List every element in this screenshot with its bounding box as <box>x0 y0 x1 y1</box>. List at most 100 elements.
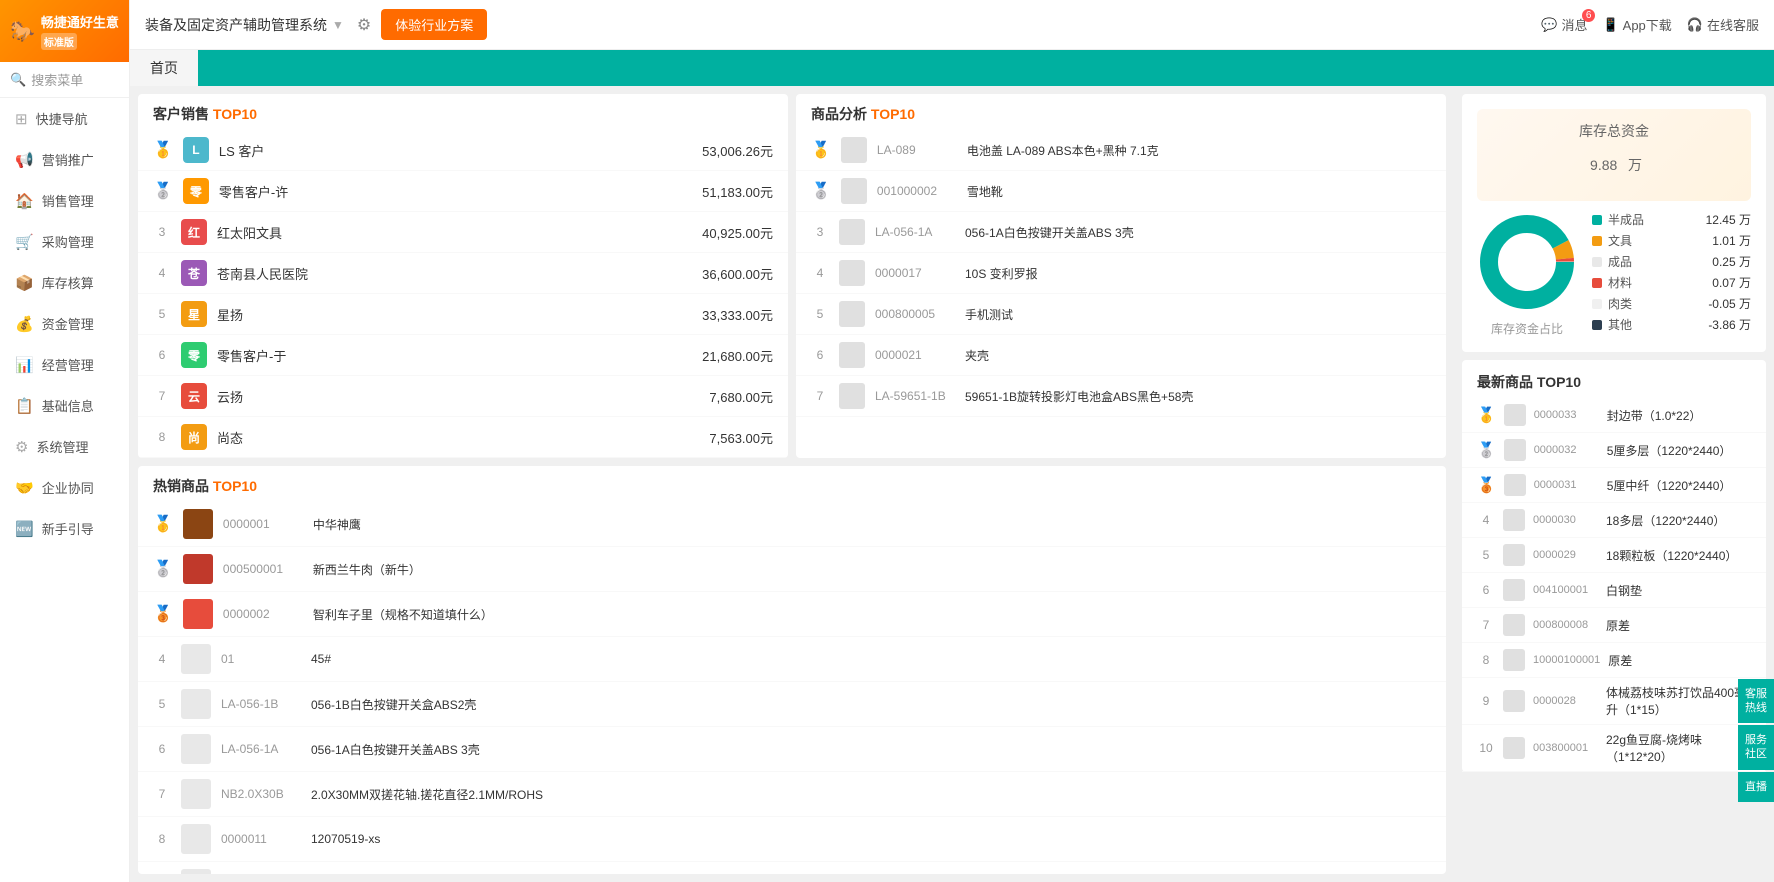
latest-product-row[interactable]: 🥈 0000032 5厘多层（1220*2440） <box>1462 433 1766 468</box>
sidebar-item-finance[interactable]: 💰资金管理 <box>0 303 129 344</box>
latest-product-row[interactable]: 🥇 0000033 封边带（1.0*22） <box>1462 398 1766 433</box>
hot-product-row[interactable]: 5 LA-056-1B 056-1B白色按键开关盒ABS2壳 <box>138 682 1446 727</box>
sidebar-item-operations[interactable]: 📊经营管理 <box>0 344 129 385</box>
latest-product-row[interactable]: 5 0000029 18颗粒板（1220*2440） <box>1462 538 1766 573</box>
latest-product-row[interactable]: 10 003800001 22g鱼豆腐-烧烤味（1*12*20） <box>1462 725 1766 772</box>
hot-product-img-placeholder <box>181 734 211 764</box>
hot-product-row[interactable]: 6 LA-056-1A 056-1A白色按键开关盖ABS 3壳 <box>138 727 1446 772</box>
notifications-button[interactable]: 💬 消息 6 <box>1541 15 1587 34</box>
latest-product-row[interactable]: 🥉 0000031 5厘中纤（1220*2440） <box>1462 468 1766 503</box>
sidebar-item-inventory[interactable]: 📦库存核算 <box>0 262 129 303</box>
latest-name: 18颗粒板（1220*2440） <box>1606 547 1751 564</box>
latest-product-row[interactable]: 8 10000100001 原差 <box>1462 643 1766 678</box>
latest-code: 003800001 <box>1533 742 1598 754</box>
inventory-ratio-label: 库存资金占比 <box>1477 320 1577 337</box>
customer-row[interactable]: 7 云 云扬 7,680.00元 <box>138 376 788 417</box>
customer-avatar: 苍 <box>181 260 207 286</box>
hot-product-row[interactable]: 7 NB2.0X30B 2.0X30MM双搓花轴.搓花直径2.1MM/ROHS <box>138 772 1446 817</box>
hot-product-row[interactable]: 8 0000011 12070519-xs <box>138 817 1446 862</box>
rank-num: 6 <box>153 348 171 362</box>
product-row[interactable]: 7 LA-59651-1B 59651-1B旋转投影灯电池盒ABS黑色+58壳 <box>796 376 1446 417</box>
rank-num: 9 <box>1477 694 1495 708</box>
hot-product-row[interactable]: 🥉 0000002 智利车子里（规格不知道填什么） <box>138 592 1446 637</box>
latest-product-row[interactable]: 4 0000030 18多层（1220*2440） <box>1462 503 1766 538</box>
customer-avatar: L <box>183 137 209 163</box>
product-row[interactable]: 🥇 LA-089 电池盖 LA-089 ABS本色+黑种 7.1克 <box>796 130 1446 171</box>
hot-products-header: 热销商品 TOP10 <box>138 466 1446 502</box>
nav-label-enterprise: 企业协同 <box>42 478 94 497</box>
latest-product-img <box>1503 544 1525 566</box>
hot-product-row[interactable]: 4 01 45# <box>138 637 1446 682</box>
hot-product-img <box>183 554 213 584</box>
customer-row[interactable]: 4 苍 苍南县人民医院 36,600.00元 <box>138 253 788 294</box>
customer-name: 云扬 <box>217 387 699 406</box>
customer-name: 星扬 <box>217 305 692 324</box>
latest-product-row[interactable]: 9 0000028 体械荔枝味苏打饮品400毫升（1*15） <box>1462 678 1766 725</box>
sidebar-item-marketing[interactable]: 📢营销推广 <box>0 139 129 180</box>
customer-row[interactable]: 5 星 星扬 33,333.00元 <box>138 294 788 335</box>
customer-row[interactable]: 🥇 L LS 客户 53,006.26元 <box>138 130 788 171</box>
product-row[interactable]: 5 000800005 手机测试 <box>796 294 1446 335</box>
app-download-button[interactable]: 📱 App下载 <box>1602 15 1671 34</box>
product-row[interactable]: 6 0000021 夹壳 <box>796 335 1446 376</box>
trial-button[interactable]: 体验行业方案 <box>381 9 487 40</box>
customer-row[interactable]: 8 尚 尚态 7,563.00元 <box>138 417 788 458</box>
product-analysis-header: 商品分析 TOP10 <box>796 94 1446 130</box>
legend-dot <box>1592 215 1602 225</box>
inventory-chart-section: 库存资金占比 半成品 12.45 万 文具 1.01 万 成品 0.25 万 材… <box>1477 211 1751 337</box>
hot-product-row[interactable]: 9 KK-SD22110H 花语萌值温分题罐袋（厚款） <box>138 862 1446 874</box>
hot-product-code: 01 <box>221 652 301 666</box>
float-service-button[interactable]: 直播 <box>1738 772 1774 802</box>
search-menu[interactable]: 🔍 搜索菜单 <box>0 62 129 98</box>
settings-icon[interactable]: ⚙ <box>357 15 371 35</box>
hot-product-name: 12070519-xs <box>311 832 1431 846</box>
rank-badge: 🥈 <box>1477 441 1496 459</box>
donut-chart <box>1477 212 1577 312</box>
latest-name: 体械荔枝味苏打饮品400毫升（1*15） <box>1606 684 1751 718</box>
customer-row[interactable]: 6 零 零售客户-于 21,680.00元 <box>138 335 788 376</box>
customer-row[interactable]: 🥈 零 零售客户-许 51,183.00元 <box>138 171 788 212</box>
hot-product-row[interactable]: 🥇 0000001 中华神鹰 <box>138 502 1446 547</box>
hot-product-code: 000500001 <box>223 562 303 576</box>
hot-product-img-placeholder <box>181 824 211 854</box>
topbar-right: 💬 消息 6 📱 App下载 🎧 在线客服 <box>1541 15 1759 34</box>
latest-name: 原差 <box>1606 617 1751 634</box>
sidebar-item-sales[interactable]: 🏠销售管理 <box>0 180 129 221</box>
tab-home[interactable]: 首页 <box>130 50 198 86</box>
sidebar-item-guide[interactable]: 🆕新手引导 <box>0 508 129 549</box>
inventory-summary-card: 库存总资金 9.88 万 <box>1462 94 1766 352</box>
latest-product-row[interactable]: 7 000800008 原差 <box>1462 608 1766 643</box>
latest-code: 0000032 <box>1534 444 1599 456</box>
latest-product-row[interactable]: 6 004100001 白钢垫 <box>1462 573 1766 608</box>
legend-name: 其他 <box>1608 316 1702 333</box>
rank-num: 4 <box>1477 513 1495 527</box>
main-content: 装备及固定资产辅助管理系统 ▼ ⚙ 体验行业方案 💬 消息 6 📱 App下载 … <box>130 0 1774 882</box>
legend-dot <box>1592 320 1602 330</box>
sidebar-item-basic[interactable]: 📋基础信息 <box>0 385 129 426</box>
product-row[interactable]: 4 0000017 10S 变利罗报 <box>796 253 1446 294</box>
float-service-button[interactable]: 客服 热线 <box>1738 679 1774 724</box>
online-service-button[interactable]: 🎧 在线客服 <box>1687 15 1759 34</box>
float-service-button[interactable]: 服务 社区 <box>1738 725 1774 770</box>
sidebar-item-quick-nav[interactable]: ⊞快捷导航 <box>0 98 129 139</box>
sidebar-item-enterprise[interactable]: 🤝企业协同 <box>0 467 129 508</box>
product-name: 雪地靴 <box>967 183 1431 200</box>
hot-product-row[interactable]: 🥈 000500001 新西兰牛肉（新牛） <box>138 547 1446 592</box>
product-name: 电池盖 LA-089 ABS本色+黑种 7.1克 <box>967 142 1431 159</box>
sidebar-item-system[interactable]: ⚙系统管理 <box>0 426 129 467</box>
nav-icon-marketing: 📢 <box>15 151 34 169</box>
legend-dot <box>1592 299 1602 309</box>
product-name: 手机测试 <box>965 306 1431 323</box>
product-analysis-panel: 商品分析 TOP10 🥇 LA-089 电池盖 LA-089 ABS本色+黑种 … <box>796 94 1446 458</box>
customer-amount: 7,563.00元 <box>709 428 773 447</box>
product-row[interactable]: 🥈 001000002 雪地靴 <box>796 171 1446 212</box>
system-selector[interactable]: 装备及固定资产辅助管理系统 ▼ <box>145 15 344 35</box>
customer-avatar: 红 <box>181 219 207 245</box>
customer-row[interactable]: 3 红 红太阳文具 40,925.00元 <box>138 212 788 253</box>
sidebar-item-purchase[interactable]: 🛒采购管理 <box>0 221 129 262</box>
hot-product-code: LA-056-1B <box>221 697 301 711</box>
product-code: 0000021 <box>875 348 955 362</box>
product-row[interactable]: 3 LA-056-1A 056-1A白色按键开关盖ABS 3壳 <box>796 212 1446 253</box>
hot-top10-label: TOP10 <box>213 478 257 494</box>
latest-product-img <box>1504 474 1526 496</box>
